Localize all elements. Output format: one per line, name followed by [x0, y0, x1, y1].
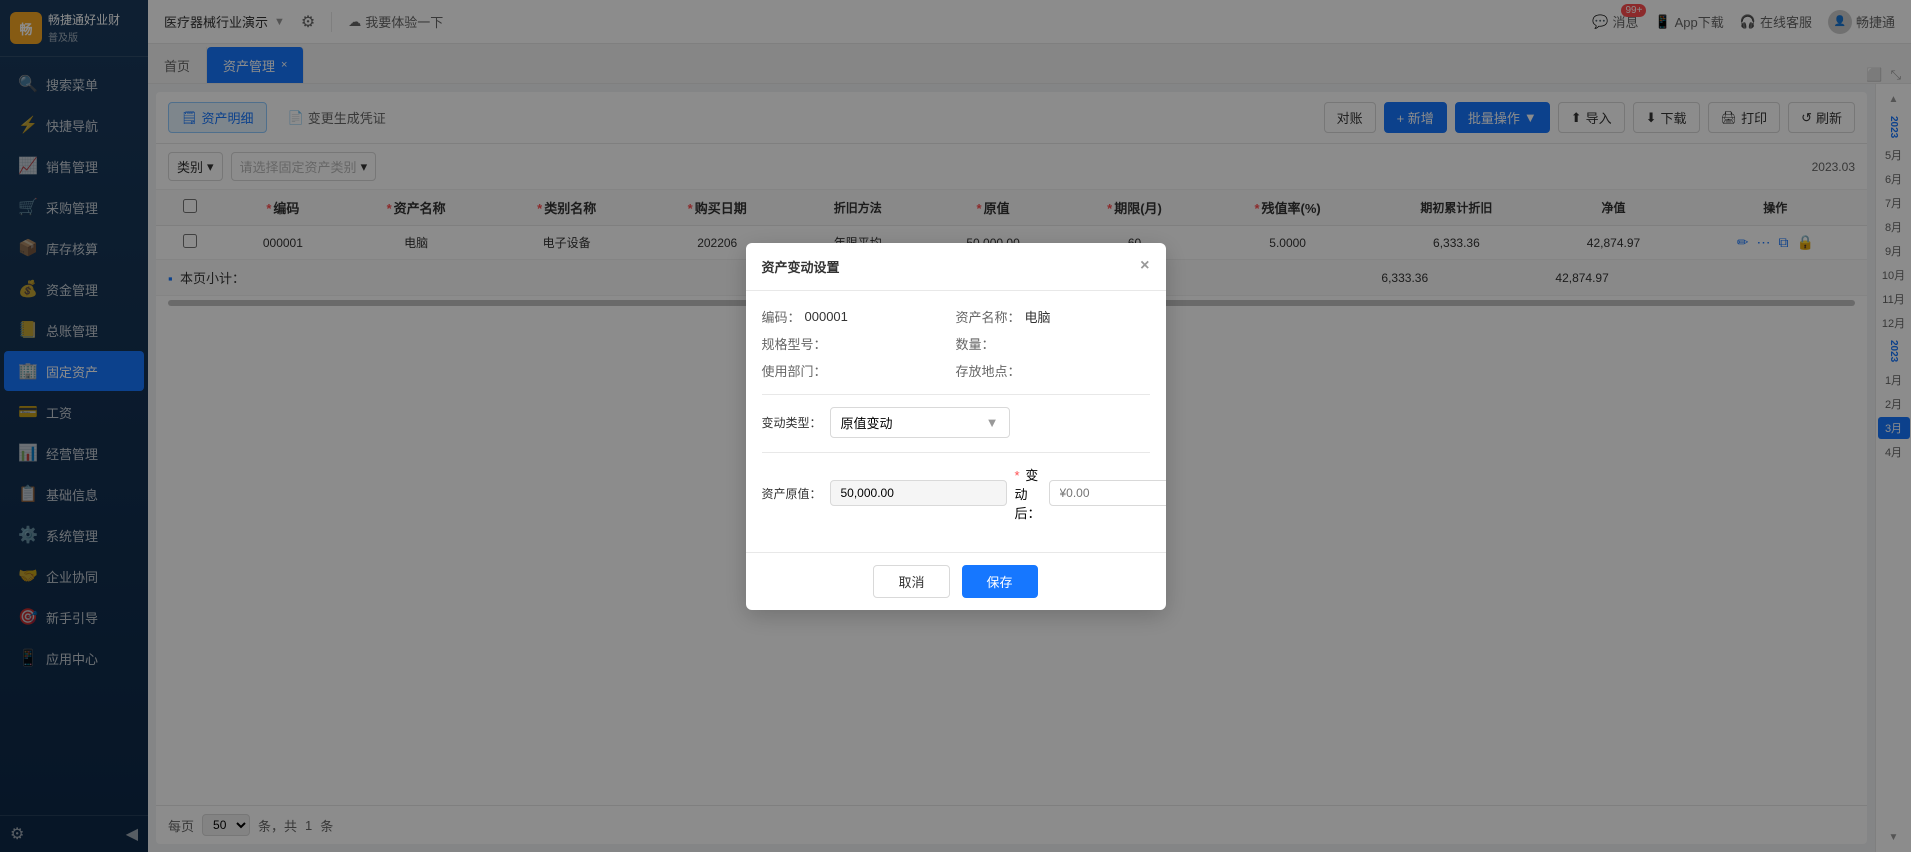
modal-original-value-input[interactable]	[830, 480, 1007, 506]
modal-value-row: 资产原值： * 变动后：	[762, 465, 1150, 522]
modal-change-type-dropdown-icon: ▼	[986, 415, 999, 430]
modal-spec-item: 规格型号：	[762, 334, 956, 353]
modal-footer: 取消 保存	[746, 552, 1166, 610]
modal-code-value: 000001	[805, 309, 848, 324]
modal-required-after: * 变动后：	[1015, 465, 1041, 522]
modal-asset-name-item: 资产名称： 电脑	[956, 307, 1150, 326]
modal-after-value-input[interactable]	[1049, 480, 1166, 506]
modal-cancel-button[interactable]: 取消	[873, 565, 949, 598]
modal-title: 资产变动设置	[762, 257, 840, 276]
modal-change-type-value: 原值变动	[841, 413, 893, 432]
modal-overlay: 资产变动设置 × 编码： 000001 资产名称： 电脑 规格型号： 数	[0, 0, 1911, 852]
modal-code-label: 编码：	[762, 307, 801, 326]
modal-spec-label: 规格型号：	[762, 334, 827, 353]
modal-asset-name-label: 资产名称：	[956, 307, 1021, 326]
modal-original-value-label: 资产原值：	[762, 485, 822, 502]
modal-header: 资产变动设置 ×	[746, 243, 1166, 291]
modal-quantity-label: 数量：	[956, 334, 995, 353]
modal-body: 编码： 000001 资产名称： 电脑 规格型号： 数量： 使用部门：	[746, 291, 1166, 552]
modal-change-type-row: 变动类型： 原值变动 ▼	[762, 407, 1150, 438]
modal-change-type-select[interactable]: 原值变动 ▼	[830, 407, 1010, 438]
modal-divider-2	[762, 452, 1150, 453]
asset-change-modal: 资产变动设置 × 编码： 000001 资产名称： 电脑 规格型号： 数	[746, 243, 1166, 610]
modal-save-button[interactable]: 保存	[962, 565, 1038, 598]
modal-quantity-item: 数量：	[956, 334, 1150, 353]
modal-code-item: 编码： 000001	[762, 307, 956, 326]
modal-asset-name-value: 电脑	[1025, 307, 1051, 326]
modal-location-item: 存放地点：	[956, 361, 1150, 380]
modal-dept-label: 使用部门：	[762, 361, 827, 380]
modal-change-type-label: 变动类型：	[762, 414, 822, 431]
modal-info-grid: 编码： 000001 资产名称： 电脑 规格型号： 数量： 使用部门：	[762, 307, 1150, 380]
modal-close-button[interactable]: ×	[1140, 257, 1149, 275]
modal-location-label: 存放地点：	[956, 361, 1021, 380]
modal-dept-item: 使用部门：	[762, 361, 956, 380]
modal-divider-1	[762, 394, 1150, 395]
